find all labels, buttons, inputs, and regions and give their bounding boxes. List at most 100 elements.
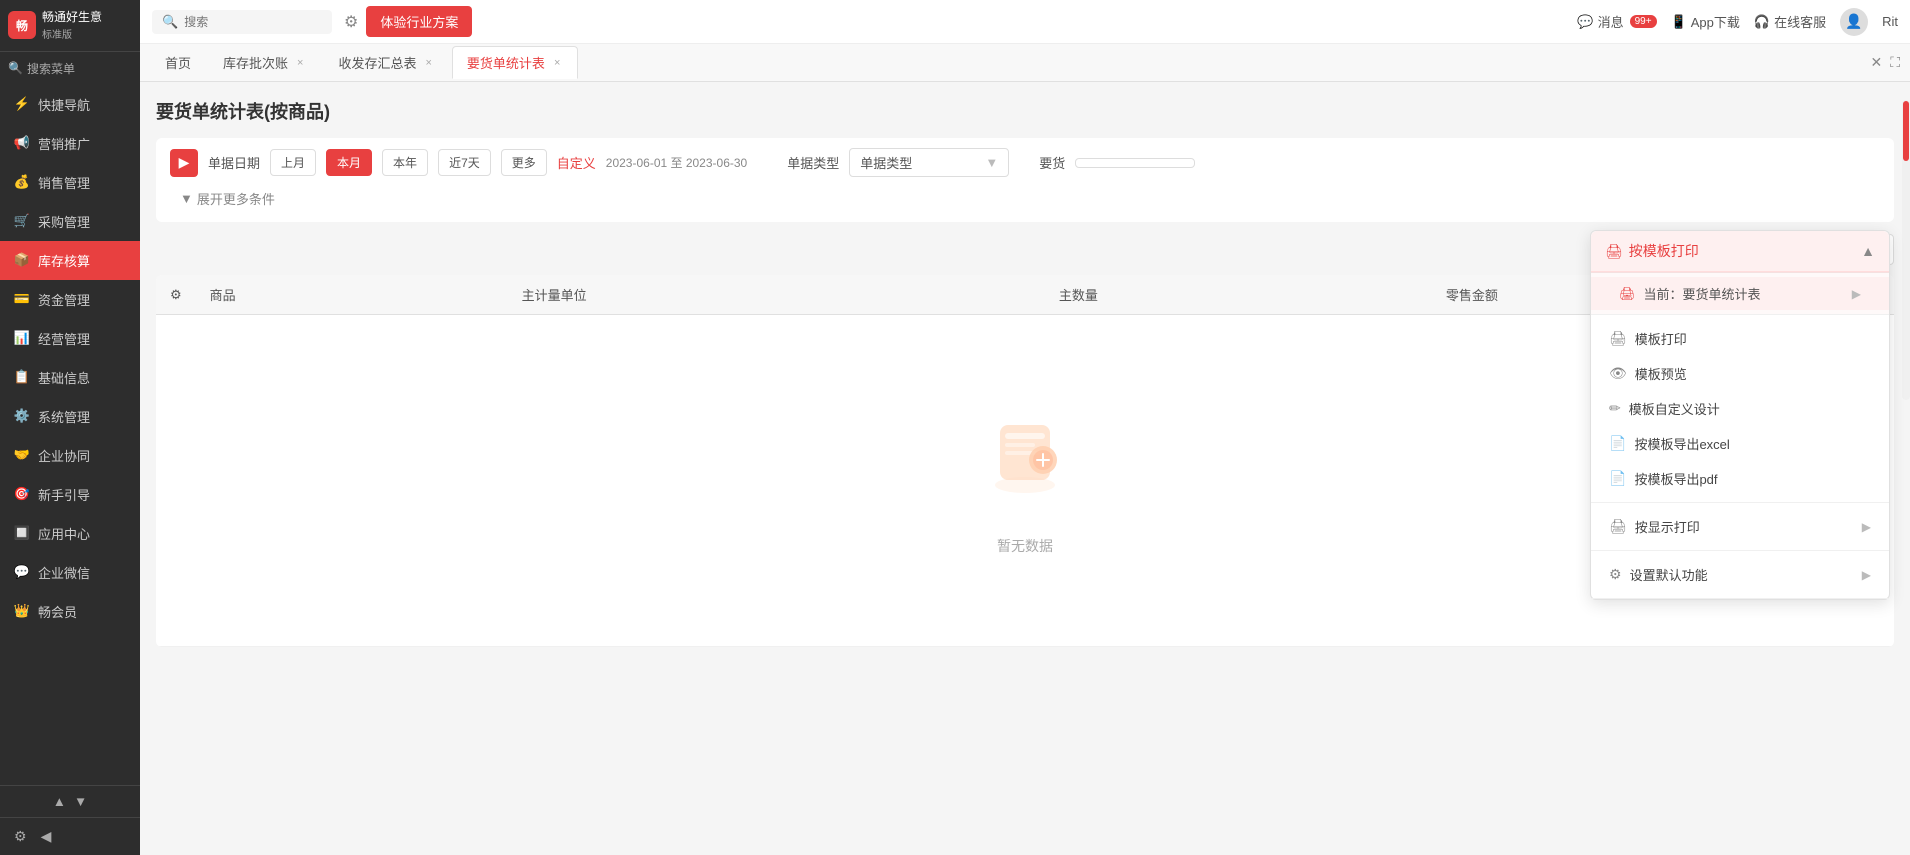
sidebar-scroll-up[interactable]: ▲ [49, 790, 70, 813]
tab-order-stats[interactable]: 要货单统计表× [452, 46, 578, 79]
sidebar-item-system[interactable]: ⚙️系统管理 [0, 397, 140, 436]
sidebar-item-guide[interactable]: 🎯 新手引导 [0, 475, 140, 514]
search-input[interactable] [184, 15, 304, 29]
dropdown-item-export-excel[interactable]: 📄按模板导出excel [1591, 426, 1889, 461]
online-service-button[interactable]: 🎧 在线客服 [1754, 12, 1826, 31]
topbar-search-box[interactable]: 🔍 [152, 10, 332, 34]
date-more[interactable]: 更多 [501, 149, 547, 176]
export-pdf-label: 按模板导出pdf [1634, 469, 1717, 488]
template-preview-label: 模板预览 [1635, 364, 1687, 383]
message-button[interactable]: 💬 消息 99+ [1577, 12, 1656, 31]
expand-more-btn[interactable]: ▼ 展开更多条件 [170, 185, 285, 212]
sidebar-item-label: 基础信息 [38, 368, 90, 387]
require-goods-label: 要货 [1039, 153, 1065, 172]
sidebar-nav: ⚡快捷导航📢营销推广💰销售管理 🛒 采购管理 📦库存核算💳资金管理 📊 经营管理 📋基础信息… [0, 85, 140, 785]
sidebar-scroll-down[interactable]: ▼ [70, 790, 91, 813]
user-avatar[interactable]: 👤 [1840, 8, 1868, 36]
sidebar-item-appstore[interactable]: 🔲应用中心 [0, 514, 140, 553]
sidebar-item-sales[interactable]: 💰销售管理 [0, 163, 140, 202]
tab-maximize-button[interactable]: ⛶ [1890, 54, 1900, 71]
purchase-icon: 🛒 [14, 213, 30, 229]
col-settings[interactable]: ⚙ [156, 275, 196, 315]
date-this-year[interactable]: 本年 [382, 149, 428, 176]
scrollbar[interactable] [1902, 100, 1910, 400]
quick-nav-icon: ⚡ [14, 96, 30, 112]
tab-close-order-stats[interactable]: × [551, 56, 563, 70]
sidebar-item-finance[interactable]: 💳资金管理 [0, 280, 140, 319]
sidebar-item-wechat[interactable]: 💬企业微信 [0, 553, 140, 592]
dropdown-item-template-preview[interactable]: 👁模板预览 [1591, 356, 1889, 391]
topbar-gear-icon[interactable]: ⚙ [344, 12, 358, 32]
display-print-arrow: ▶ [1862, 520, 1871, 534]
date-custom[interactable]: 自定义 [557, 153, 596, 172]
logo-icon: 畅 [8, 11, 36, 39]
operations-icon: 📊 [14, 330, 30, 346]
sidebar-item-purchase[interactable]: 🛒 采购管理 [0, 202, 140, 241]
filter-expand-icon[interactable]: ▶ [170, 149, 198, 177]
col-product: 商品 [196, 275, 508, 315]
sidebar-item-basic[interactable]: 📋基础信息 [0, 358, 140, 397]
col-unit: 主计量单位 [508, 275, 1045, 315]
display-print-item[interactable]: 🖨 按显示打印 ▶ [1591, 509, 1889, 544]
set-default-item[interactable]: ⚙ 设置默认功能 ▶ [1591, 557, 1889, 592]
message-label: 消息 [1598, 12, 1624, 31]
tab-close-inventory-batch[interactable]: × [294, 56, 306, 70]
filter-row-1: ▶ 单据日期 上月 本月 本年 近7天 更多 自定义 2023-06-01 至 … [170, 148, 1880, 177]
app-download-button[interactable]: 📱 App下载 [1671, 12, 1740, 31]
tab-inventory-batch[interactable]: 库存批次账× [208, 46, 321, 79]
dropdown-item-template-print[interactable]: 🖨模板打印 [1591, 321, 1889, 356]
scrollbar-thumb[interactable] [1903, 101, 1909, 161]
sidebar-item-label: 新手引导 [38, 485, 90, 504]
sidebar-item-quick-nav[interactable]: ⚡快捷导航 [0, 85, 140, 124]
username-label[interactable]: Rit [1882, 14, 1898, 29]
export-excel-icon: 📄 [1609, 435, 1626, 452]
sidebar-item-label: 经营管理 [38, 329, 90, 348]
sound-icon[interactable]: ◀ [41, 828, 52, 845]
sales-icon: 💰 [14, 174, 30, 190]
sidebar-item-label: 采购管理 [38, 212, 90, 231]
dropdown-item-export-pdf[interactable]: 📄 按模板导出pdf [1591, 461, 1889, 496]
dropdown-item-template-design[interactable]: ✏模板自定义设计 [1591, 391, 1889, 426]
tab-close-button[interactable]: ✕ [1870, 54, 1882, 71]
app-name: 畅通好生意 [42, 10, 102, 26]
trial-button[interactable]: 体验行业方案 [366, 6, 472, 37]
topbar: 🔍 ⚙ 体验行业方案 💬 消息 99+ 📱 App下载 🎧 在线客服 👤 Ri [140, 0, 1910, 44]
tab-home[interactable]: 首页 [150, 46, 206, 79]
service-icon: 🎧 [1754, 14, 1770, 30]
settings-icon[interactable]: ⚙ [14, 828, 27, 845]
dropdown-header: 🖨 按模板打印 ▲ [1591, 231, 1889, 272]
export-pdf-icon: 📄 [1609, 470, 1626, 487]
chevron-down-icon: ▼ [985, 155, 998, 170]
message-icon: 💬 [1577, 14, 1593, 30]
dropdown-current-item[interactable]: 🖨 当前：要货单统计表 ▶ [1591, 277, 1889, 310]
tabbar: 首页库存批次账×收发存汇总表×要货单统计表× ✕ ⛶ [140, 44, 1910, 82]
sidebar-search-label: 搜索菜单 [27, 60, 75, 77]
dropdown-up-btn[interactable]: ▲ [1861, 243, 1875, 259]
tab-label-receivable-summary: 收发存汇总表 [338, 53, 416, 72]
sidebar-item-label: 资金管理 [38, 290, 90, 309]
guide-icon: 🎯 [14, 486, 30, 502]
doc-type-select[interactable]: 单据类型 ▼ [849, 148, 1009, 177]
doc-type-label: 单据类型 [787, 153, 839, 172]
date-this-month[interactable]: 本月 [326, 149, 372, 176]
app-logo[interactable]: 畅 畅通好生意 标准版 [0, 0, 140, 52]
app-download-label: App下载 [1691, 12, 1740, 31]
app-badge: 标准版 [42, 26, 102, 41]
sidebar-search[interactable]: 🔍 搜索菜单 [0, 52, 140, 85]
sidebar-item-vip[interactable]: 👑畅会员 [0, 592, 140, 631]
appstore-icon: 🔲 [14, 525, 30, 541]
sidebar-item-inventory[interactable]: 📦库存核算 [0, 241, 140, 280]
main-area: 🔍 ⚙ 体验行业方案 💬 消息 99+ 📱 App下载 🎧 在线客服 👤 Ri [140, 0, 1910, 855]
col-quantity: 主数量 [1045, 275, 1432, 315]
sidebar-item-marketing[interactable]: 📢营销推广 [0, 124, 140, 163]
tab-receivable-summary[interactable]: 收发存汇总表 × [323, 46, 449, 79]
tab-close-receivable-summary[interactable]: × [422, 56, 434, 70]
dropdown-display-section: 🖨 按显示打印 ▶ [1591, 503, 1889, 551]
require-goods-input[interactable] [1075, 158, 1195, 168]
sidebar-item-operations[interactable]: 📊 经营管理 [0, 319, 140, 358]
date-7days[interactable]: 近7天 [438, 149, 491, 176]
main-content: 要货单统计表(按商品) ▶ 单据日期 上月 本月 本年 近7天 更多 自定义 2… [140, 82, 1910, 855]
date-last-month[interactable]: 上月 [270, 149, 316, 176]
sidebar-item-collab[interactable]: 🤝企业协同 [0, 436, 140, 475]
dropdown-default-section: ⚙ 设置默认功能 ▶ [1591, 551, 1889, 599]
